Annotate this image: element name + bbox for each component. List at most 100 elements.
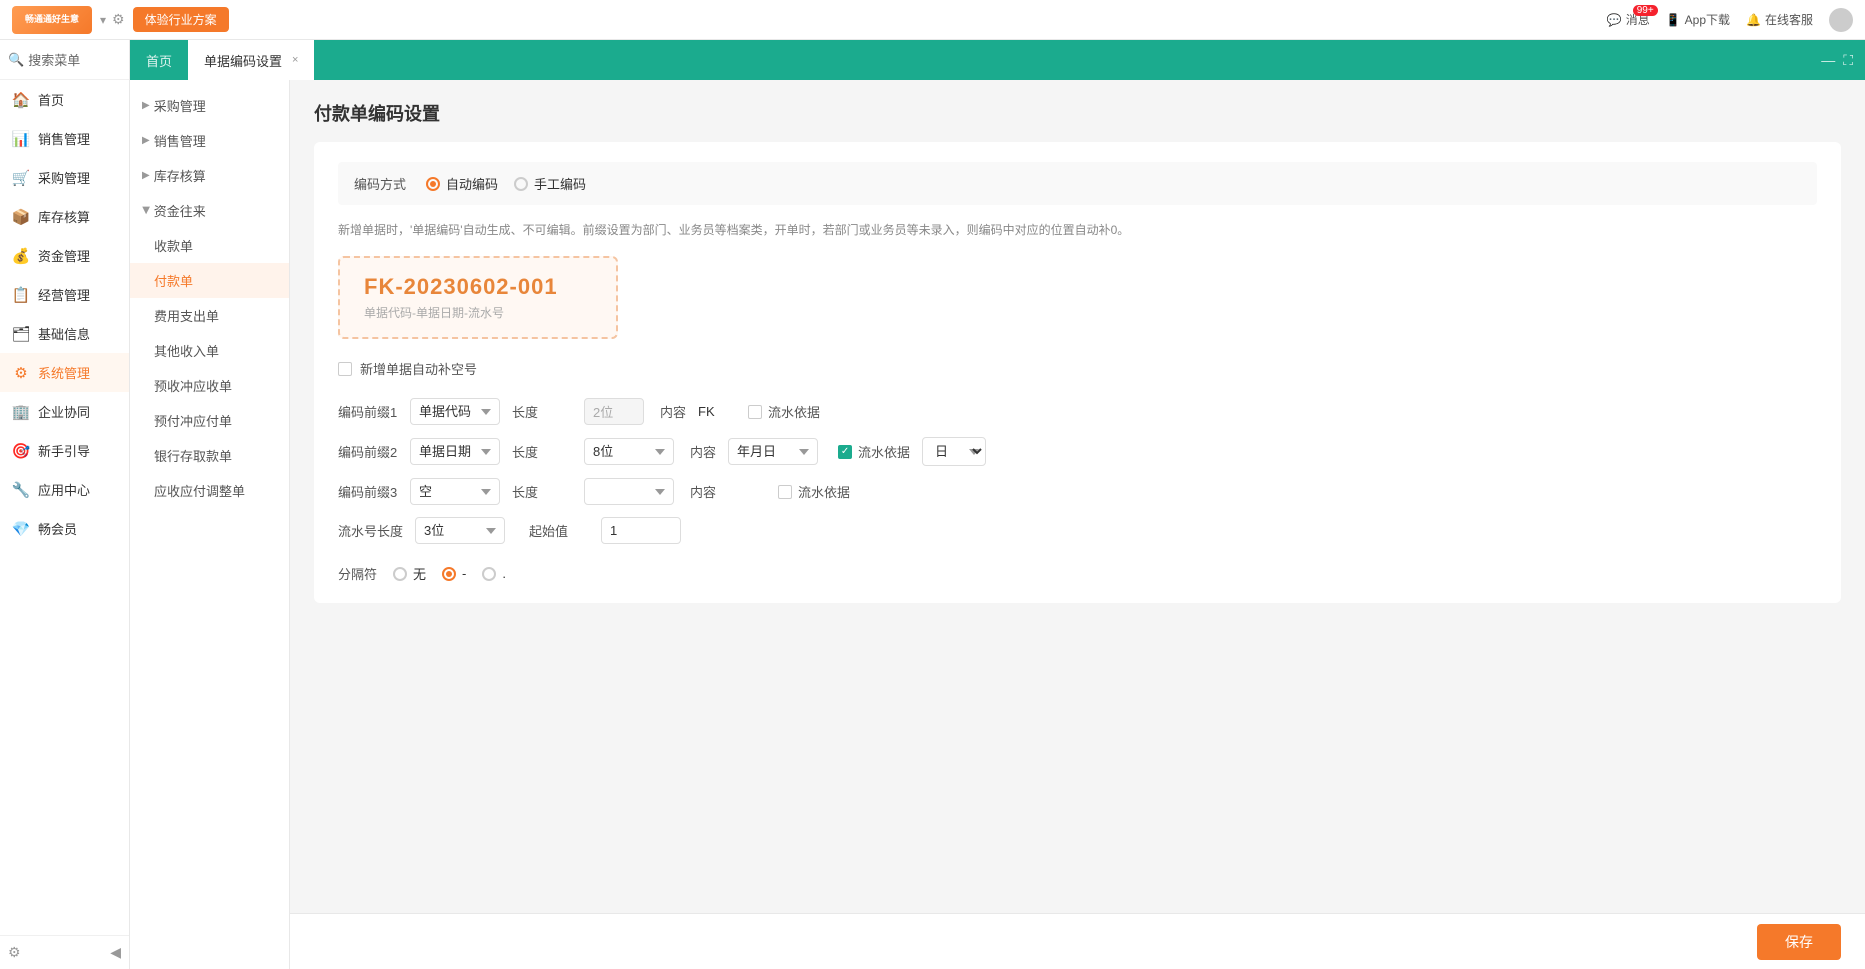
prefix2-serial-check[interactable]: ✓	[838, 445, 852, 459]
tab-minimize-icon[interactable]: —	[1821, 52, 1835, 68]
sep-dot[interactable]: .	[482, 566, 506, 581]
auto-code-label: 自动编码	[446, 174, 498, 193]
message-icon: 💬	[1607, 13, 1622, 27]
sidebar-item-appcenter[interactable]: 🔧 应用中心	[0, 470, 129, 509]
second-sidebar-item-bank[interactable]: 银行存取款单	[130, 438, 289, 473]
sidebar-finance-label: 资金管理	[38, 246, 90, 265]
sidebar-operation-label: 经营管理	[38, 285, 90, 304]
save-button[interactable]: 保存	[1757, 924, 1841, 960]
second-sidebar-item-prepay-recv[interactable]: 预收冲应收单	[130, 368, 289, 403]
second-sidebar-item-ar-ap[interactable]: 应收应付调整单	[130, 473, 289, 508]
sep-dash-dot	[442, 567, 456, 581]
online-service-button[interactable]: 🔔 在线客服	[1746, 11, 1813, 28]
sidebar-sales-label: 销售管理	[38, 129, 90, 148]
nav-chevron-icon[interactable]: ▾	[100, 13, 106, 27]
prefix2-label: 编码前缀2	[338, 442, 398, 461]
code-example-box: FK-20230602-001 单据代码-单据日期-流水号	[338, 256, 618, 339]
serial-length-label: 流水号长度	[338, 521, 403, 540]
sidebar-search[interactable]: 🔍 搜索菜单	[0, 40, 129, 80]
prefix2-length-select[interactable]: 8位	[584, 438, 674, 465]
download-icon: 📱	[1666, 13, 1681, 27]
second-sidebar-sales-title[interactable]: ▶ 销售管理	[130, 123, 289, 158]
top-bar: 畅通通好生意 ▾ ⚙ 体验行业方案 💬 消息 99+ 📱 App下载 🔔 在线客…	[0, 0, 1865, 40]
service-icon: 🔔	[1746, 13, 1761, 27]
prefix1-serial-checkbox[interactable]: 流水依据	[748, 402, 820, 421]
newbie-icon: 🎯	[12, 442, 30, 460]
prefix1-length-input	[584, 398, 644, 425]
finance-icon: 💰	[12, 247, 30, 265]
tab-encoding-settings[interactable]: 单据编码设置 ×	[188, 40, 314, 80]
sidebar-item-home[interactable]: 🏠 首页	[0, 80, 129, 119]
sidebar-item-sales[interactable]: 📊 销售管理	[0, 119, 129, 158]
bottom-save-bar: 保存	[290, 913, 1865, 969]
code-example-sub: 单据代码-单据日期-流水号	[364, 304, 592, 321]
radio-group-encoding: 自动编码 手工编码	[426, 174, 586, 193]
sidebar-item-operation[interactable]: 📋 经营管理	[0, 275, 129, 314]
prefix2-select[interactable]: 单据日期	[410, 438, 500, 465]
main-layout: 🔍 搜索菜单 🏠 首页 📊 销售管理 🛒 采购管理 📦 库存核算 💰	[0, 40, 1865, 969]
inventory-group-label: 库存核算	[154, 166, 206, 185]
sidebar-purchase-label: 采购管理	[38, 168, 90, 187]
arrow-icon-fund: ▶	[140, 207, 151, 215]
tab-home[interactable]: 首页	[130, 40, 188, 80]
sidebar-item-finance[interactable]: 💰 资金管理	[0, 236, 129, 275]
prefix1-serial-check[interactable]	[748, 405, 762, 419]
app-download-label: App下载	[1685, 11, 1730, 28]
serial-length-row: 流水号长度 3位 4位 5位 起始值	[338, 517, 1817, 544]
prefix3-content-label: 内容	[690, 482, 716, 501]
second-sidebar-item-prepay-pay[interactable]: 预付冲应付单	[130, 403, 289, 438]
radio-manual-code[interactable]: 手工编码	[514, 174, 586, 193]
second-sidebar-item-receipt[interactable]: 收款单	[130, 228, 289, 263]
left-sidebar: 🔍 搜索菜单 🏠 首页 📊 销售管理 🛒 采购管理 📦 库存核算 💰	[0, 40, 130, 969]
prefix3-select[interactable]: 空	[410, 478, 500, 505]
bottom-gear-icon[interactable]: ⚙	[8, 944, 21, 961]
second-sidebar-inventory-title[interactable]: ▶ 库存核算	[130, 158, 289, 193]
page-title: 付款单编码设置	[314, 100, 1841, 126]
radio-auto-code[interactable]: 自动编码	[426, 174, 498, 193]
sidebar-item-inventory[interactable]: 📦 库存核算	[0, 197, 129, 236]
sidebar-item-membership[interactable]: 💎 畅会员	[0, 509, 129, 548]
collapse-icon[interactable]: ◀	[110, 944, 121, 961]
inventory-icon: 📦	[12, 208, 30, 226]
sep-dash[interactable]: -	[442, 566, 466, 581]
sidebar-item-enterprise[interactable]: 🏢 企业协同	[0, 392, 129, 431]
solution-button[interactable]: 体验行业方案	[133, 7, 229, 32]
separator-label: 分隔符	[338, 564, 377, 583]
app-download-button[interactable]: 📱 App下载	[1666, 11, 1730, 28]
sidebar-item-basic[interactable]: 🗂 基础信息	[0, 314, 129, 353]
prefix1-row: 编码前缀1 单据代码 长度 内容 FK 流水依据	[338, 398, 1817, 425]
tab-bar-actions: — ⛶	[1821, 52, 1865, 69]
second-sidebar-purchase-title[interactable]: ▶ 采购管理	[130, 88, 289, 123]
second-sidebar-fund-title[interactable]: ▶ 资金往来	[130, 193, 289, 228]
sep-none[interactable]: 无	[393, 564, 426, 583]
prefix3-length-select[interactable]	[584, 478, 674, 505]
tab-bar: 首页 单据编码设置 × — ⛶	[130, 40, 1865, 80]
second-sidebar-item-payment[interactable]: 付款单	[130, 263, 289, 298]
prefix3-serial-check[interactable]	[778, 485, 792, 499]
prefix2-length-label: 长度	[512, 442, 572, 461]
serial-length-select[interactable]: 3位 4位 5位	[415, 517, 505, 544]
tab-maximize-icon[interactable]: ⛶	[1843, 52, 1853, 69]
second-sidebar-item-expense[interactable]: 费用支出单	[130, 298, 289, 333]
prefix1-select[interactable]: 单据代码	[410, 398, 500, 425]
right-area: 首页 单据编码设置 × — ⛶ ▶ 采购管理	[130, 40, 1865, 969]
prefix2-serial-checkbox[interactable]: ✓ 流水依据	[838, 442, 910, 461]
avatar[interactable]	[1829, 8, 1853, 32]
second-sidebar-item-other-income[interactable]: 其他收入单	[130, 333, 289, 368]
nav-gear-icon[interactable]: ⚙	[112, 11, 125, 28]
sidebar-menu: 🏠 首页 📊 销售管理 🛒 采购管理 📦 库存核算 💰 资金管理 📋 经	[0, 80, 129, 935]
prefix2-day-select[interactable]: 日 月 年	[922, 437, 986, 466]
sidebar-item-newbie[interactable]: 🎯 新手引导	[0, 431, 129, 470]
prefix2-content-select[interactable]: 年月日	[728, 438, 818, 465]
sidebar-appcenter-label: 应用中心	[38, 480, 90, 499]
tab-close-icon[interactable]: ×	[292, 54, 298, 66]
start-value-input[interactable]	[601, 517, 681, 544]
sidebar-item-system[interactable]: ⚙ 系统管理	[0, 353, 129, 392]
prefix3-serial-checkbox[interactable]: 流水依据	[778, 482, 850, 501]
sidebar-item-purchase[interactable]: 🛒 采购管理	[0, 158, 129, 197]
second-sidebar-group-fund: ▶ 资金往来 收款单 付款单 费用支出单 其他收入单 预收冲应收单 预付冲应付单…	[130, 193, 289, 508]
auto-fill-checkbox[interactable]	[338, 362, 352, 376]
basic-icon: 🗂	[12, 325, 30, 343]
message-button[interactable]: 💬 消息 99+	[1607, 11, 1650, 28]
second-sidebar-group-sales: ▶ 销售管理	[130, 123, 289, 158]
